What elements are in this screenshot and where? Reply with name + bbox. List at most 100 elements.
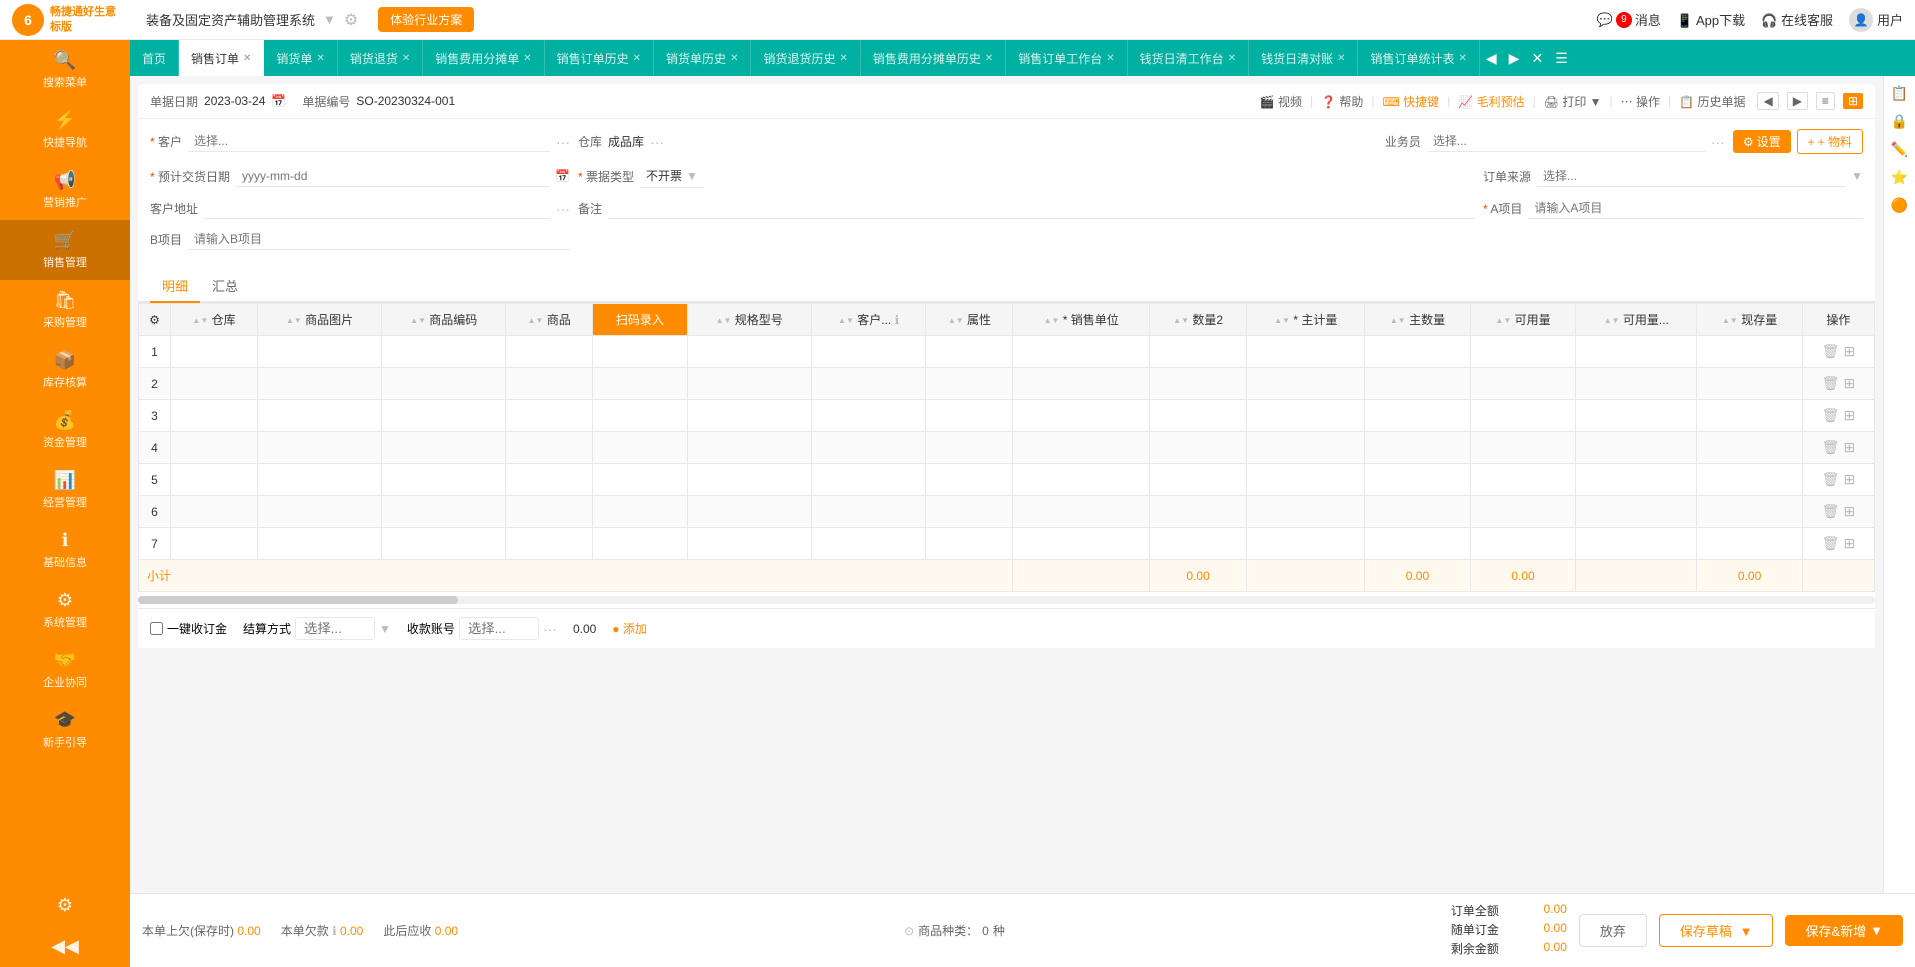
warehouse-dots[interactable]: ···: [650, 134, 664, 150]
row-customer-code[interactable]: [811, 336, 926, 368]
row-product[interactable]: [506, 336, 593, 368]
row-warehouse[interactable]: [171, 432, 258, 464]
tab-daily-workbench[interactable]: 钱货日清工作台 ✕: [1128, 40, 1249, 76]
sidebar-item-inventory[interactable]: 📦 库存核算: [0, 340, 130, 400]
row-scan[interactable]: [593, 432, 687, 464]
row-main-qty[interactable]: [1365, 464, 1471, 496]
one-click-order-checkbox[interactable]: 一键收订金: [150, 620, 227, 637]
row-code[interactable]: [382, 464, 506, 496]
row-unit[interactable]: [1013, 336, 1150, 368]
sidebar-item-guide[interactable]: 🎓 新手引导: [0, 700, 130, 760]
right-panel-star[interactable]: ⭐: [1887, 164, 1913, 190]
right-panel-clipboard[interactable]: 📋: [1887, 80, 1913, 106]
sidebar-item-enterprise[interactable]: 🤝 企业协同: [0, 640, 130, 700]
customer-input[interactable]: [188, 131, 550, 152]
row-delete-icon[interactable]: 🗑: [1822, 471, 1840, 488]
action-history[interactable]: 📋 历史单据: [1679, 93, 1745, 110]
tab-sales-return[interactable]: 销货退货 ✕: [338, 40, 423, 76]
tab-close-icon[interactable]: ✕: [1337, 53, 1345, 64]
tab-close-all-button[interactable]: ✕: [1525, 50, 1549, 67]
tab-sales-history[interactable]: 销售订单历史 ✕: [545, 40, 654, 76]
address-input[interactable]: [204, 198, 550, 219]
tab-close-icon[interactable]: ✕: [1106, 53, 1114, 64]
row-scan[interactable]: [593, 336, 687, 368]
table-settings-icon[interactable]: ⚙: [149, 313, 160, 327]
sidebar-item-sales[interactable]: 🛒 销售管理: [0, 220, 130, 280]
online-service-link[interactable]: 🎧 在线客服: [1761, 10, 1833, 29]
salesperson-dots[interactable]: ···: [1711, 134, 1725, 150]
nav-prev[interactable]: ◀: [1757, 92, 1778, 110]
col-settings[interactable]: ⚙: [139, 304, 171, 336]
product-count-icon[interactable]: ⊙: [904, 924, 914, 938]
delivery-input[interactable]: [236, 166, 549, 187]
tab-goods-history[interactable]: 销货单历史 ✕: [654, 40, 751, 76]
row-qty2[interactable]: [1149, 496, 1246, 528]
row-main-unit[interactable]: [1247, 496, 1365, 528]
right-panel-lock[interactable]: 🔒: [1887, 108, 1913, 134]
calendar-icon-2[interactable]: 📅: [555, 169, 570, 183]
row-attr[interactable]: [926, 464, 1013, 496]
col-scan[interactable]: 扫码录入: [593, 304, 687, 336]
row-scan[interactable]: [593, 464, 687, 496]
row-qty2[interactable]: [1149, 368, 1246, 400]
row-unit[interactable]: [1013, 528, 1150, 560]
sidebar-item-basic-info[interactable]: ℹ 基础信息: [0, 520, 130, 580]
row-action[interactable]: 🗑 ⊞: [1802, 464, 1874, 496]
sidebar-item-quicknav[interactable]: ⚡ 快捷导航: [0, 100, 130, 160]
row-copy-icon[interactable]: ⊞: [1843, 343, 1855, 360]
row-unit[interactable]: [1013, 432, 1150, 464]
tab-home[interactable]: 首页: [130, 40, 179, 76]
row-main-unit[interactable]: [1247, 432, 1365, 464]
row-unit[interactable]: [1013, 496, 1150, 528]
tab-close-icon[interactable]: ✕: [1228, 53, 1236, 64]
add-product-button[interactable]: + + 物料: [1797, 129, 1863, 154]
notes-input[interactable]: [608, 198, 1475, 219]
row-copy-icon[interactable]: ⊞: [1843, 439, 1855, 456]
info-icon-debit[interactable]: ℹ: [332, 924, 337, 938]
row-product[interactable]: [506, 368, 593, 400]
row-delete-icon[interactable]: 🗑: [1822, 535, 1840, 552]
scrollbar-thumb[interactable]: [138, 596, 458, 604]
row-product[interactable]: [506, 400, 593, 432]
row-copy-icon[interactable]: ⊞: [1843, 503, 1855, 520]
order-source-input[interactable]: [1537, 166, 1845, 187]
sidebar-item-operations[interactable]: 📊 经营管理: [0, 460, 130, 520]
settlement-arrow[interactable]: ▼: [379, 622, 391, 636]
row-main-qty[interactable]: [1365, 368, 1471, 400]
row-unit[interactable]: [1013, 464, 1150, 496]
sidebar-item-search[interactable]: 🔍 搜索菜单: [0, 40, 130, 100]
row-action[interactable]: 🗑 ⊞: [1802, 496, 1874, 528]
tab-close-icon[interactable]: ✕: [243, 53, 251, 64]
row-customer-code[interactable]: [811, 528, 926, 560]
tab-sales-workbench[interactable]: 销售订单工作台 ✕: [1006, 40, 1127, 76]
a-project-input[interactable]: [1528, 198, 1863, 219]
view-toggle-form[interactable]: ⊞: [1843, 93, 1863, 109]
action-help[interactable]: ❓ 帮助: [1321, 93, 1363, 110]
row-warehouse[interactable]: [171, 400, 258, 432]
row-code[interactable]: [382, 368, 506, 400]
tab-close-icon[interactable]: ✕: [633, 53, 641, 64]
save-draft-button[interactable]: 保存草稿 ▼: [1659, 914, 1774, 947]
sidebar-item-purchase[interactable]: 🛍 采购管理: [0, 280, 130, 340]
row-product[interactable]: [506, 432, 593, 464]
row-action[interactable]: 🗑 ⊞: [1802, 368, 1874, 400]
row-spec[interactable]: [687, 336, 811, 368]
sidebar-item-marketing[interactable]: 📢 营销推广: [0, 160, 130, 220]
horizontal-scrollbar[interactable]: [138, 596, 1875, 604]
row-unit[interactable]: [1013, 400, 1150, 432]
row-product[interactable]: [506, 464, 593, 496]
row-action[interactable]: 🗑 ⊞: [1802, 336, 1874, 368]
info-icon[interactable]: ℹ: [895, 313, 900, 327]
action-shortcut[interactable]: ⌨ 快捷键: [1383, 93, 1440, 110]
tab-sales-stats[interactable]: 销售订单统计表 ✕: [1358, 40, 1479, 76]
tab-detail[interactable]: 明细: [150, 270, 200, 303]
row-spec[interactable]: [687, 528, 811, 560]
row-attr[interactable]: [926, 432, 1013, 464]
invoice-select[interactable]: 不开票 ▼: [640, 164, 704, 188]
salesperson-input[interactable]: [1427, 131, 1705, 152]
action-video[interactable]: 🎬 视频: [1260, 93, 1302, 110]
row-main-unit[interactable]: [1247, 336, 1365, 368]
row-attr[interactable]: [926, 528, 1013, 560]
tab-fee-history[interactable]: 销售费用分摊单历史 ✕: [861, 40, 1006, 76]
action-operate[interactable]: ⋯ 操作: [1621, 93, 1660, 110]
